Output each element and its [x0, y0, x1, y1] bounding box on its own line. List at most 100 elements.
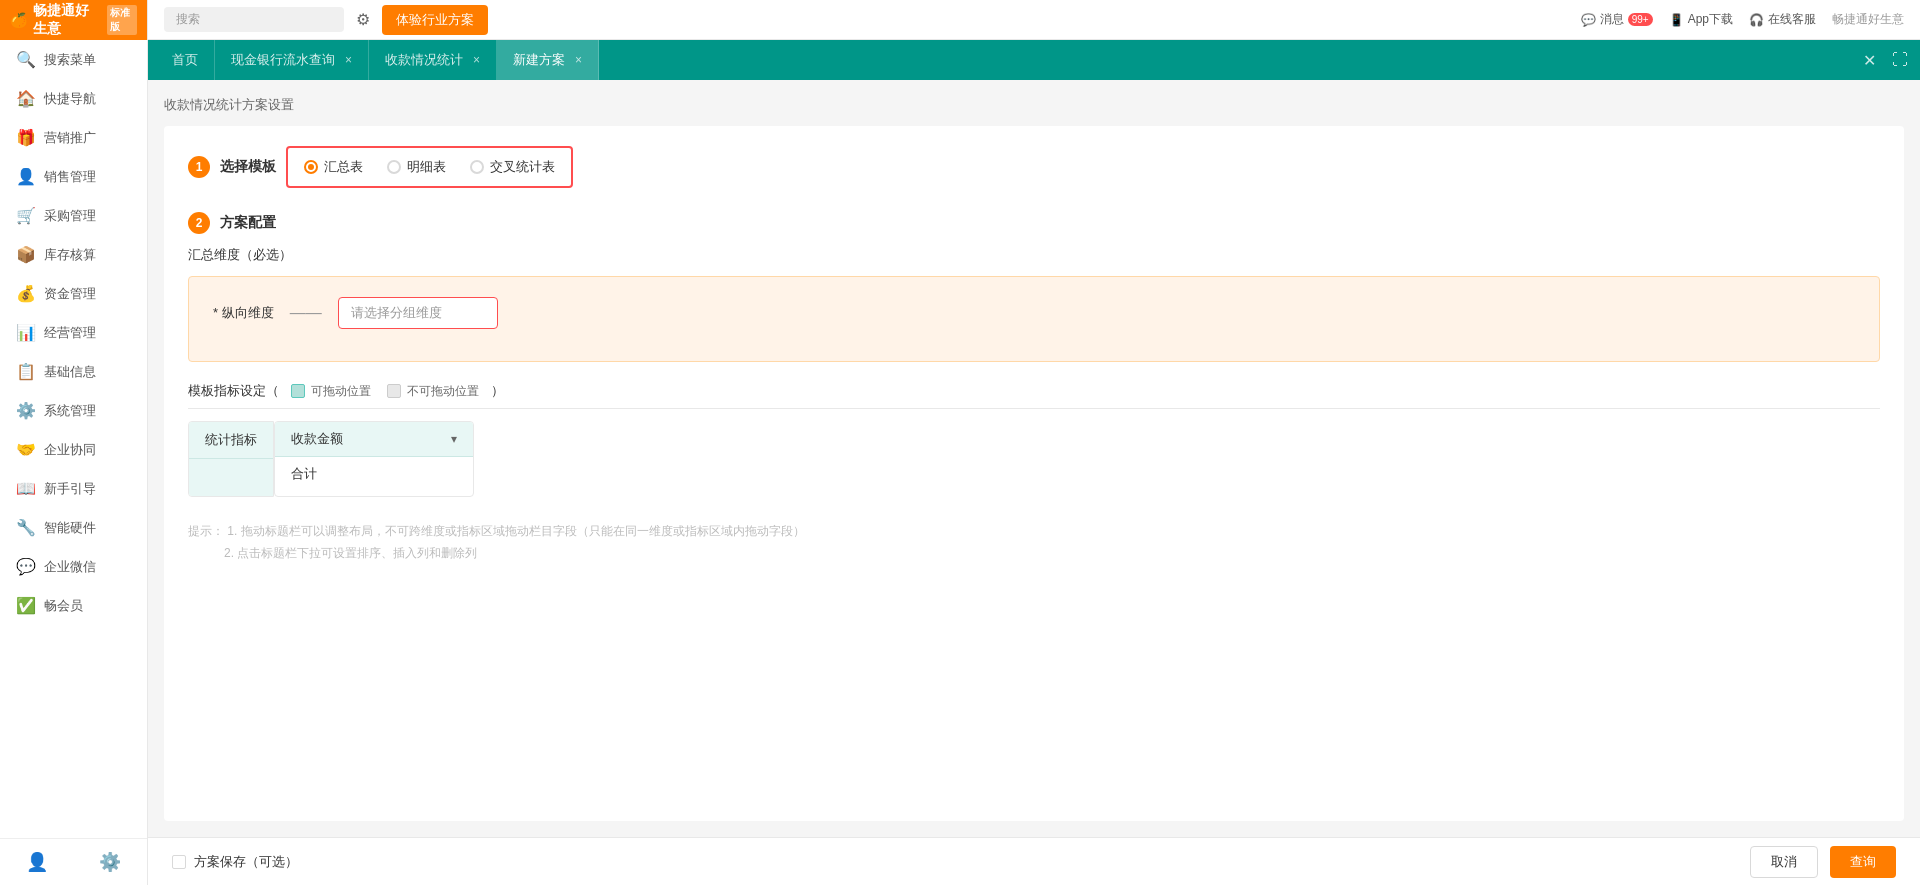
header-left: 搜索 ⚙ 体验行业方案	[148, 5, 488, 35]
metrics-title-text: 模板指标设定（	[188, 382, 279, 400]
sidebar-item-label: 企业微信	[44, 558, 96, 576]
radio-summary[interactable]: 汇总表	[304, 158, 363, 176]
logo-icon: 🍊	[10, 12, 27, 28]
sidebar-bottom-settings[interactable]: ⚙️	[91, 847, 129, 877]
legend-draggable-dot	[291, 384, 305, 398]
messages-item[interactable]: 💬 消息 99+	[1581, 11, 1653, 28]
username-label: 畅捷通好生意	[1832, 11, 1904, 28]
header-gear-icon[interactable]: ⚙	[352, 6, 374, 33]
tab-new-scheme-close[interactable]: ×	[575, 53, 582, 67]
radio-summary-label: 汇总表	[324, 158, 363, 176]
message-icon: 💬	[1581, 13, 1596, 27]
category-column-header: 统计指标	[189, 422, 273, 459]
query-button[interactable]: 查询	[1830, 846, 1896, 878]
metrics-grid-header[interactable]: 收款金额 ▾	[275, 422, 473, 457]
search-icon: 🔍	[16, 50, 36, 69]
step2-number: 2	[188, 212, 210, 234]
tabs-actions: ✕ ⛶	[1859, 47, 1912, 74]
tab-cash-bank-close[interactable]: ×	[345, 53, 352, 67]
sidebar-item-sales[interactable]: 👤 销售管理	[0, 157, 147, 196]
logo-badge: 标准版	[107, 5, 137, 35]
step2-section: 2 方案配置 汇总维度（必选） * 纵向维度 —— 请选择分组维度	[188, 212, 1880, 564]
category-label: 统计指标	[205, 431, 257, 449]
messages-label: 消息	[1600, 11, 1624, 28]
tip-1: 提示： 1. 拖动标题栏可以调整布局，不可跨维度或指标区域拖动栏目字段（只能在同…	[188, 521, 1880, 543]
vertical-dim-input[interactable]: 请选择分组维度	[338, 297, 498, 329]
trial-btn[interactable]: 体验行业方案	[382, 5, 488, 35]
scheme-config: 汇总维度（必选） * 纵向维度 —— 请选择分组维度 模板指标设定（	[188, 246, 1880, 564]
sidebar-menu: 🔍 搜索菜单 🏠 快捷导航 🎁 营销推广 👤 销售管理 🛒 采购管理 📦 库存核…	[0, 40, 147, 838]
sidebar-item-label: 新手引导	[44, 480, 96, 498]
sidebar-item-operation[interactable]: 📊 经营管理	[0, 313, 147, 352]
step1-number: 1	[188, 156, 210, 178]
category-column: 统计指标	[188, 421, 274, 497]
gear-icon: ⚙️	[16, 401, 36, 420]
step2-header: 2 方案配置	[188, 212, 1880, 234]
sidebar-item-label: 库存核算	[44, 246, 96, 264]
tab-home[interactable]: 首页	[156, 40, 215, 80]
radio-cross[interactable]: 交叉统计表	[470, 158, 555, 176]
list-icon: 📋	[16, 362, 36, 381]
tab-collection-stats[interactable]: 收款情况统计 ×	[369, 40, 497, 80]
tab-collection-stats-label: 收款情况统计	[385, 51, 463, 69]
sidebar-item-enterprise[interactable]: 🤝 企业协同	[0, 430, 147, 469]
metrics-col-header: 收款金额	[291, 430, 343, 448]
sidebar-item-label: 畅会员	[44, 597, 83, 615]
tab-new-scheme[interactable]: 新建方案 ×	[497, 40, 599, 80]
header-right: 💬 消息 99+ 📱 App下载 🎧 在线客服 畅捷通好生意	[1581, 11, 1904, 28]
cancel-button[interactable]: 取消	[1750, 846, 1818, 878]
sidebar-item-system[interactable]: ⚙️ 系统管理	[0, 391, 147, 430]
sidebar-bottom-user[interactable]: 👤	[18, 847, 56, 877]
sidebar-item-label: 快捷导航	[44, 90, 96, 108]
notification-badge: 99+	[1628, 13, 1653, 26]
sidebar-item-finance[interactable]: 💰 资金管理	[0, 274, 147, 313]
sidebar-item-purchase[interactable]: 🛒 采购管理	[0, 196, 147, 235]
tool-icon: 🔧	[16, 518, 36, 537]
sidebar-item-label: 采购管理	[44, 207, 96, 225]
tabs-minimize-icon[interactable]: ✕	[1859, 47, 1880, 74]
settings-bottom-icon: ⚙️	[99, 851, 121, 873]
header-search-box: 搜索	[164, 7, 344, 32]
radio-detail-circle	[387, 160, 401, 174]
sidebar-bottom: 👤 ⚙️	[0, 838, 147, 885]
app-download-label: App下载	[1688, 11, 1733, 28]
user-bottom-icon: 👤	[26, 851, 48, 873]
legend-fixed-dot	[387, 384, 401, 398]
sidebar-item-wechat[interactable]: 💬 企业微信	[0, 547, 147, 586]
sidebar-item-smart-hw[interactable]: 🔧 智能硬件	[0, 508, 147, 547]
cart-icon: 🛒	[16, 206, 36, 225]
sidebar-item-label: 经营管理	[44, 324, 96, 342]
radio-detail[interactable]: 明细表	[387, 158, 446, 176]
chat-icon: 💬	[16, 557, 36, 576]
tab-collection-stats-close[interactable]: ×	[473, 53, 480, 67]
dimension-grid: * 纵向维度 —— 请选择分组维度	[188, 276, 1880, 362]
sidebar-item-basic-info[interactable]: 📋 基础信息	[0, 352, 147, 391]
dimension-arrow: ——	[290, 304, 322, 322]
online-support-item[interactable]: 🎧 在线客服	[1749, 11, 1816, 28]
sidebar-logo: 🍊 畅捷通好生意 标准版	[0, 0, 147, 40]
metrics-title-close: ）	[491, 382, 504, 400]
sidebar-item-marketing[interactable]: 🎁 营销推广	[0, 118, 147, 157]
metrics-table-container: 统计指标 收款金额 ▾ 合计	[188, 421, 1880, 497]
metrics-dropdown-icon[interactable]: ▾	[451, 432, 457, 446]
gift-icon: 🎁	[16, 128, 36, 147]
sidebar-item-inventory[interactable]: 📦 库存核算	[0, 235, 147, 274]
save-checkbox[interactable]	[172, 855, 186, 869]
handshake-icon: 🤝	[16, 440, 36, 459]
sidebar-item-label: 资金管理	[44, 285, 96, 303]
home-icon: 🏠	[16, 89, 36, 108]
tabs-maximize-icon[interactable]: ⛶	[1888, 47, 1912, 74]
tab-new-scheme-label: 新建方案	[513, 51, 565, 69]
tab-cash-bank[interactable]: 现金银行流水查询 ×	[215, 40, 369, 80]
page-title: 收款情况统计方案设置	[164, 96, 1904, 114]
radio-detail-label: 明细表	[407, 158, 446, 176]
tip-2: 2. 点击标题栏下拉可设置排序、插入列和删除列	[188, 543, 1880, 565]
sidebar-item-quick-nav[interactable]: 🏠 快捷导航	[0, 79, 147, 118]
header-search-placeholder: 搜索	[176, 12, 200, 26]
app-download-item[interactable]: 📱 App下载	[1669, 11, 1733, 28]
sidebar-item-member[interactable]: ✅ 畅会员	[0, 586, 147, 625]
step2-title: 方案配置	[220, 214, 276, 232]
sidebar-item-guide[interactable]: 📖 新手引导	[0, 469, 147, 508]
sidebar-item-search[interactable]: 🔍 搜索菜单	[0, 40, 147, 79]
metrics-section: 模板指标设定（ 可拖动位置 不可拖动位置	[188, 382, 1880, 497]
